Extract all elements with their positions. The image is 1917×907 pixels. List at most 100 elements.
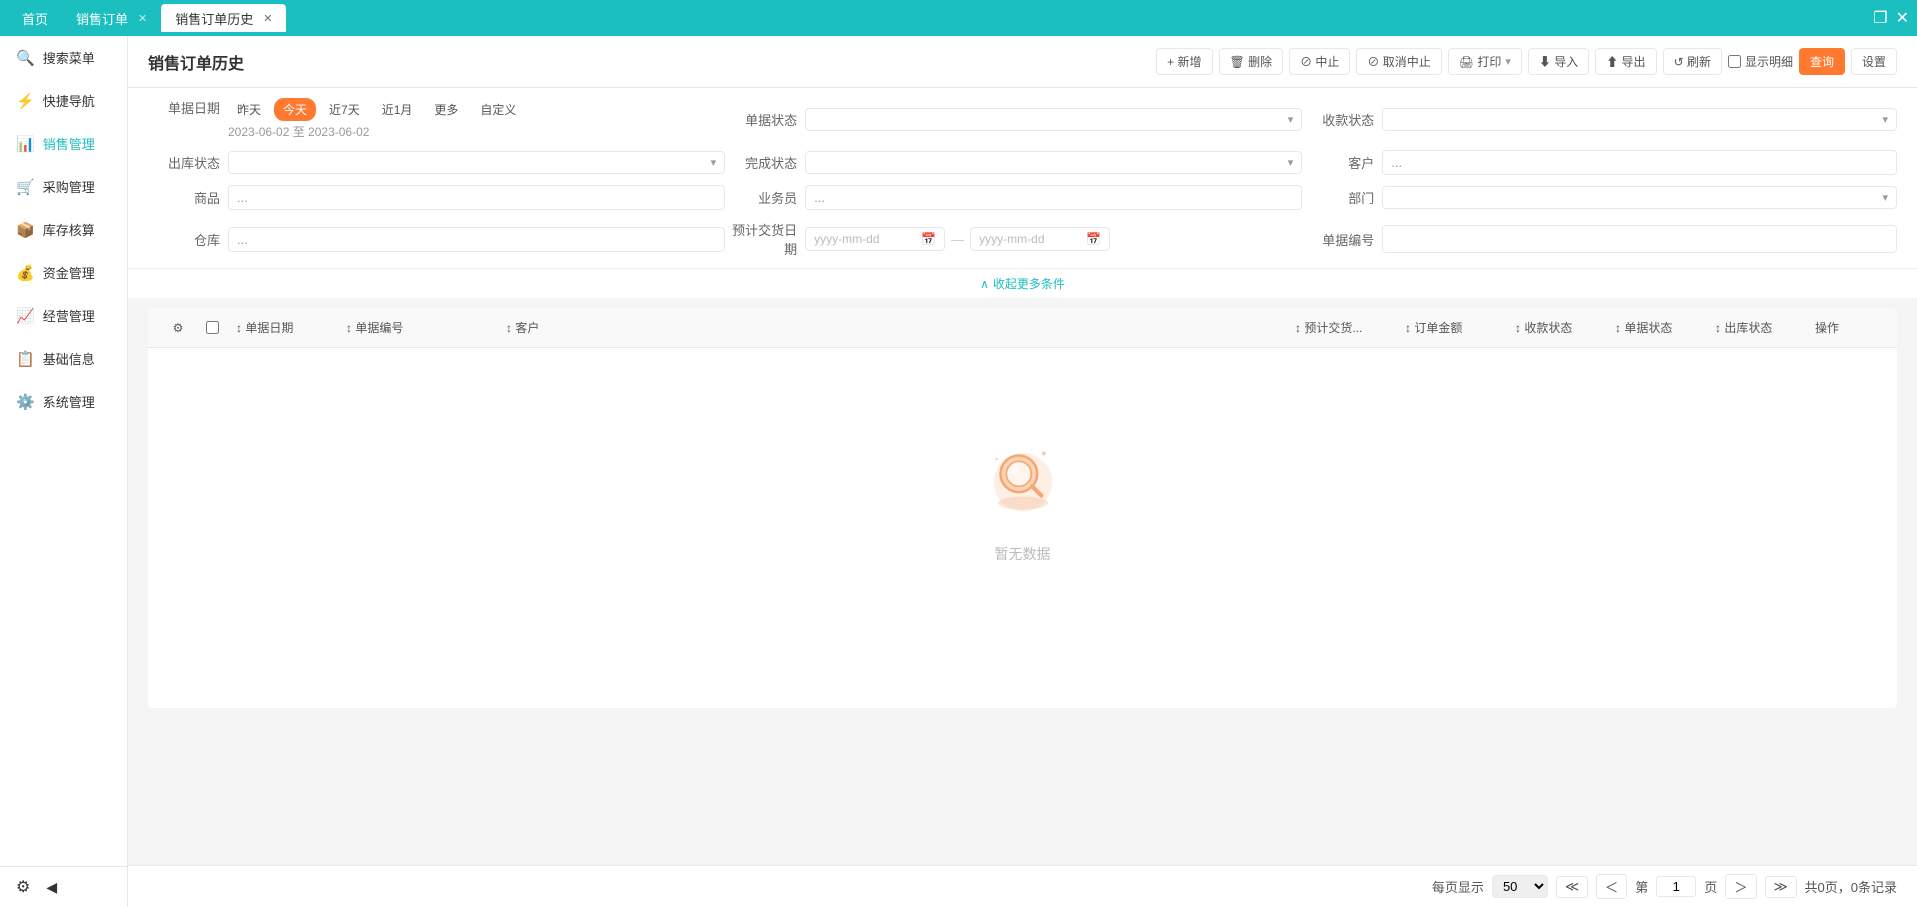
th-checkbox[interactable] [198, 321, 228, 334]
sidebar-item-capital[interactable]: 💰 资金管理 [0, 251, 127, 294]
sidebar-item-sys-label: 系统管理 [43, 392, 95, 411]
th-num[interactable]: ↕ 单据编号 [338, 319, 498, 336]
svg-text:✦: ✦ [1039, 449, 1047, 460]
goods-input[interactable]: ... [228, 185, 725, 210]
collapse-icon: ∧ [980, 277, 989, 291]
date-range-text: 2023-06-02 至 2023-06-02 [228, 123, 525, 140]
cancel-suspend-button[interactable]: ⊘ 取消中止 [1356, 48, 1441, 75]
delivery-date-start[interactable]: yyyy-mm-dd 📅 [805, 227, 945, 251]
pay-status-select[interactable]: ▾ [1382, 108, 1897, 131]
sidebar-item-sys-mgmt[interactable]: ⚙️ 系统管理 [0, 380, 127, 423]
page-number-input[interactable] [1656, 876, 1696, 897]
delivery-date-end[interactable]: yyyy-mm-dd 📅 [970, 227, 1110, 251]
select-all-checkbox[interactable] [206, 321, 219, 334]
page-header: 销售订单历史 + 新增 🗑 删除 ⊘ 中止 ⊘ 取消中止 🖨 打印 ▾ ⬇ 导入… [128, 36, 1917, 88]
order-num-input[interactable] [1382, 225, 1897, 253]
salesman-label: 业务员 [725, 188, 805, 207]
filter-area: 单据日期 昨天 今天 近7天 近1月 更多 自定义 2023-06-02 至 2… [128, 88, 1917, 258]
next-page-button[interactable]: ＞ [1725, 874, 1756, 899]
sidebar-settings-icon[interactable]: ⚙ [16, 877, 30, 897]
print-label: 🖨 打印 [1459, 53, 1502, 70]
complete-status-select[interactable]: ▾ [805, 151, 1302, 174]
tab-bar: 首页 销售订单 ✕ 销售订单历史 ✕ ❐ ✕ [0, 0, 1917, 36]
collapse-row[interactable]: ∧ 收起更多条件 [128, 268, 1917, 298]
page-size-select[interactable]: 10 20 50 100 [1492, 875, 1548, 898]
tab-sales-order-history-close[interactable]: ✕ [263, 12, 272, 25]
th-date[interactable]: ↕ 单据日期 [228, 319, 338, 336]
th-pay-status[interactable]: ↕ 收款状态 [1507, 319, 1607, 336]
last-page-button[interactable]: ≫ [1765, 876, 1797, 898]
tab-home-label: 首页 [22, 9, 48, 28]
query-button[interactable]: 查询 [1799, 48, 1845, 75]
sidebar-item-sales-mgmt[interactable]: 📊 销售管理 [0, 122, 127, 165]
th-ops: 操作 [1807, 319, 1887, 336]
th-out-status[interactable]: ↕ 出库状态 [1707, 319, 1807, 336]
out-status-select[interactable]: ▾ [228, 151, 725, 174]
first-page-icon: ≪ [1565, 879, 1579, 894]
customer-input[interactable]: ... [1382, 150, 1897, 175]
warehouse-input[interactable]: ... [228, 227, 725, 252]
print-button[interactable]: 🖨 打印 ▾ [1448, 48, 1522, 75]
sidebar-collapse-icon[interactable]: ◀ [46, 879, 57, 896]
sidebar-item-search-menu[interactable]: 🔍 搜索菜单 [0, 36, 127, 79]
delete-button[interactable]: 🗑 删除 [1219, 48, 1284, 75]
quick-nav-icon: ⚡ [16, 92, 35, 110]
th-amount[interactable]: ↕ 订单金额 [1397, 319, 1507, 336]
filter-row-3: 商品 ... 业务员 ... 部门 ▾ [148, 185, 1897, 210]
window-close-icon[interactable]: ✕ [1896, 8, 1909, 28]
display-cols-label: 显示明细 [1745, 53, 1793, 70]
tab-sales-order-history[interactable]: 销售订单历史 ✕ [161, 4, 286, 32]
th-settings[interactable]: ⚙ [158, 321, 198, 335]
dept-label: 部门 [1302, 188, 1382, 207]
tab-sales-order-close[interactable]: ✕ [138, 12, 147, 25]
refresh-button[interactable]: ↺ 刷新 [1663, 48, 1722, 75]
suspend-button[interactable]: ⊘ 中止 [1289, 48, 1350, 75]
window-restore-icon[interactable]: ❐ [1873, 8, 1887, 28]
sales-mgmt-icon: 📊 [16, 135, 35, 153]
th-customer[interactable]: ↕ 客户 [498, 319, 1287, 336]
date-btn-yesterday[interactable]: 昨天 [228, 98, 270, 121]
th-date-label: ↕ 单据日期 [236, 319, 293, 336]
tab-home[interactable]: 首页 [8, 4, 62, 32]
date-btn-1month[interactable]: 近1月 [373, 98, 422, 121]
display-cols-input[interactable] [1728, 55, 1741, 68]
sidebar-item-operations[interactable]: 📈 经营管理 [0, 294, 127, 337]
import-button[interactable]: ⬇ 导入 [1528, 48, 1589, 75]
sidebar-item-inventory[interactable]: 📦 库存核算 [0, 208, 127, 251]
dept-select[interactable]: ▾ [1382, 186, 1897, 209]
page-title: 销售订单历史 [148, 50, 244, 74]
sidebar-item-basic-info[interactable]: 📋 基础信息 [0, 337, 127, 380]
th-amount-label: ↕ 订单金额 [1405, 319, 1462, 336]
date-btn-today[interactable]: 今天 [274, 98, 316, 121]
calendar-end-icon: 📅 [1086, 232, 1101, 246]
tab-sales-order[interactable]: 销售订单 ✕ [62, 4, 161, 32]
date-btn-7days[interactable]: 近7天 [320, 98, 369, 121]
sidebar-item-purchase-mgmt[interactable]: 🛒 采购管理 [0, 165, 127, 208]
date-btn-more[interactable]: 更多 [425, 98, 467, 121]
new-button[interactable]: + 新增 [1156, 48, 1212, 75]
settings-button[interactable]: 设置 [1851, 48, 1897, 75]
sidebar-item-sales-label: 销售管理 [43, 134, 95, 153]
date-btn-custom[interactable]: 自定义 [471, 98, 525, 121]
sidebar-item-inventory-label: 库存核算 [43, 220, 95, 239]
salesman-input[interactable]: ... [805, 185, 1302, 210]
delivery-date-label: 预计交货日期 [725, 220, 805, 258]
th-delivery[interactable]: ↕ 预计交货... [1287, 319, 1397, 336]
sidebar-item-quick-nav-label: 快捷导航 [43, 91, 95, 110]
page-size-prefix: 每页显示 [1432, 877, 1484, 896]
display-cols-checkbox[interactable]: 显示明细 [1728, 53, 1793, 70]
th-pay-status-label: ↕ 收款状态 [1515, 319, 1572, 336]
th-order-status[interactable]: ↕ 单据状态 [1607, 319, 1707, 336]
first-page-button[interactable]: ≪ [1556, 876, 1588, 898]
sidebar-item-quick-nav[interactable]: ⚡ 快捷导航 [0, 79, 127, 122]
order-status-select[interactable]: ▾ [805, 108, 1302, 131]
sidebar-item-operations-label: 经营管理 [43, 306, 95, 325]
purchase-mgmt-icon: 🛒 [16, 178, 35, 196]
prev-page-button[interactable]: ＜ [1596, 874, 1627, 899]
filter-row-2: 出库状态 ▾ 完成状态 ▾ 客户 [148, 150, 1897, 175]
complete-status-chevron: ▾ [1288, 156, 1294, 169]
out-status-chevron: ▾ [711, 156, 717, 169]
basic-info-icon: 📋 [16, 350, 35, 368]
pay-status-chevron: ▾ [1882, 113, 1888, 126]
export-button[interactable]: ⬆ 导出 [1595, 48, 1656, 75]
